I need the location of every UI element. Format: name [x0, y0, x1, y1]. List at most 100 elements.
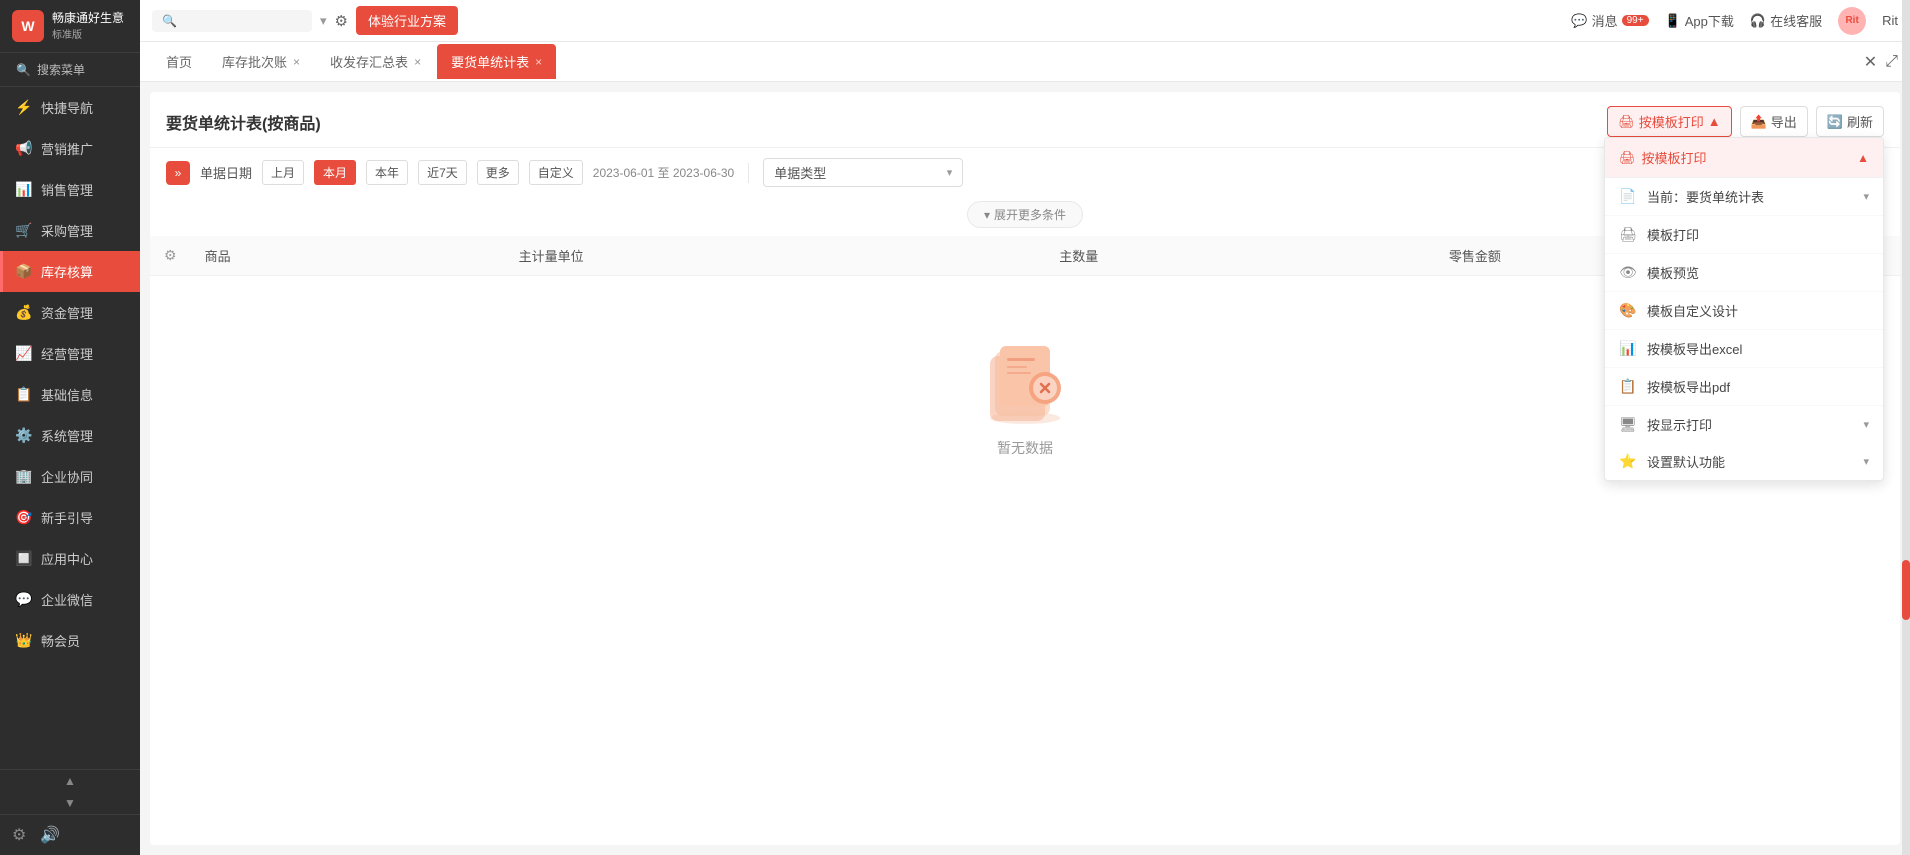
- table-col-product: 商品: [191, 236, 505, 276]
- tab-order-stats-close[interactable]: ×: [535, 55, 542, 69]
- sidebar-item-sales[interactable]: 📊 销售管理: [0, 169, 140, 210]
- sidebar-item-guide[interactable]: 🎯 新手引导: [0, 497, 140, 538]
- header-nav-arrow[interactable]: ▾: [320, 13, 327, 29]
- dropdown-display-print-label: 按显示打印: [1647, 415, 1712, 434]
- sidebar-item-wechat[interactable]: 💬 企业微信: [0, 579, 140, 620]
- content-area: 要货单统计表(按商品) 🖨 按模板打印 ▲ 📤 导出 🔄 刷新: [140, 82, 1910, 855]
- tab-batch-account-close[interactable]: ×: [293, 55, 300, 69]
- sidebar-item-enterprise[interactable]: 🏢 企业协同: [0, 456, 140, 497]
- tab-payment-summary[interactable]: 收发存汇总表 ×: [316, 44, 435, 79]
- sidebar-item-operations[interactable]: 📈 经营管理: [0, 333, 140, 374]
- expand-more-label: 展开更多条件: [994, 206, 1066, 223]
- online-service-label: 在线客服: [1770, 11, 1822, 30]
- date-btn-last7days[interactable]: 近7天: [418, 160, 467, 185]
- dropdown-template-excel-label: 按模板导出excel: [1647, 339, 1742, 358]
- sidebar-item-quicknav[interactable]: ⚡ 快捷导航: [0, 87, 140, 128]
- date-btn-more[interactable]: 更多: [477, 160, 519, 185]
- sidebar-search[interactable]: 🔍 搜索菜单: [0, 53, 140, 87]
- message-icon: 💬: [1571, 13, 1587, 29]
- order-type-select[interactable]: 单据类型 ▾: [763, 158, 963, 187]
- eye-icon: 👁: [1619, 264, 1637, 281]
- online-service-item[interactable]: 🎧 在线客服: [1750, 11, 1822, 30]
- messages-label: 消息: [1592, 11, 1618, 30]
- dropdown-template-design[interactable]: 🎨 模板自定义设计: [1605, 292, 1883, 330]
- window-close-button[interactable]: ✕: [1864, 52, 1877, 72]
- dropdown-template-preview[interactable]: 👁 模板预览: [1605, 254, 1883, 292]
- sidebar-item-inventory[interactable]: 📦 库存核算: [0, 251, 140, 292]
- trial-button[interactable]: 体验行业方案: [356, 6, 458, 35]
- app-logo-text-block: 畅康通好生意 标准版: [52, 11, 124, 42]
- dropdown-template-print[interactable]: 🖨 模板打印: [1605, 216, 1883, 254]
- settings-icon[interactable]: ⚙: [12, 825, 26, 845]
- sidebar-item-label: 新手引导: [41, 508, 93, 527]
- tab-order-stats[interactable]: 要货单统计表 ×: [437, 44, 556, 79]
- dropdown-template-excel[interactable]: 📊 按模板导出excel: [1605, 330, 1883, 368]
- dropdown-template-pdf[interactable]: 📋 按模板导出pdf: [1605, 368, 1883, 406]
- app-logo-icon: W: [12, 10, 44, 42]
- app-name: 畅康通好生意: [52, 11, 124, 27]
- sidebar-item-apps[interactable]: 🔲 应用中心: [0, 538, 140, 579]
- dropdown-current-template[interactable]: 📄 当前：要货单统计表 ▾: [1605, 178, 1883, 216]
- dropdown-display-print[interactable]: 🖥 按显示打印 ▾: [1605, 406, 1883, 443]
- scrollbar-thumb[interactable]: [1902, 560, 1910, 620]
- filter-expand-button[interactable]: »: [166, 161, 190, 185]
- dropdown-default-func[interactable]: ⭐ 设置默认功能 ▾: [1605, 443, 1883, 480]
- export-icon: 📤: [1751, 114, 1767, 130]
- window-expand-button[interactable]: ⤢: [1885, 53, 1898, 71]
- wechat-icon: 💬: [15, 591, 33, 608]
- sidebar-item-finance[interactable]: 💰 资金管理: [0, 292, 140, 333]
- page-container: 要货单统计表(按商品) 🖨 按模板打印 ▲ 📤 导出 🔄 刷新: [150, 92, 1900, 845]
- scroll-down-icon[interactable]: ▼: [64, 796, 76, 810]
- tabs-bar: 首页 库存批次账 × 收发存汇总表 × 要货单统计表 × ✕ ⤢: [140, 42, 1910, 82]
- dropdown-display-print-left: 🖥 按显示打印: [1619, 415, 1712, 434]
- expand-more-button[interactable]: ▾ 展开更多条件: [967, 201, 1083, 228]
- tab-payment-summary-close[interactable]: ×: [414, 55, 421, 69]
- date-btn-current-month[interactable]: 本月: [314, 160, 356, 185]
- sidebar-item-label: 系统管理: [41, 426, 93, 445]
- refresh-icon: 🔄: [1827, 114, 1843, 130]
- header-right: 💬 消息 99+ 📱 App下载 🎧 在线客服 Rit Rit: [1571, 7, 1898, 35]
- tab-batch-account[interactable]: 库存批次账 ×: [208, 44, 314, 79]
- tab-batch-account-label: 库存批次账: [222, 52, 287, 71]
- right-scrollbar[interactable]: [1902, 0, 1910, 855]
- empty-illustration: [975, 336, 1075, 426]
- sidebar-item-member[interactable]: 👑 畅会员: [0, 620, 140, 661]
- date-btn-current-year[interactable]: 本年: [366, 160, 408, 185]
- messages-item[interactable]: 💬 消息 99+: [1571, 11, 1648, 30]
- dropdown-template-preview-label: 模板预览: [1647, 263, 1699, 282]
- date-range-text: 2023-06-01 至 2023-06-30: [593, 164, 734, 181]
- table-col-settings: ⚙: [150, 236, 191, 276]
- print-template-button[interactable]: 🖨 按模板打印 ▲: [1607, 106, 1731, 137]
- tabs-right: ✕ ⤢: [1864, 52, 1898, 72]
- user-name[interactable]: Rit: [1882, 13, 1898, 28]
- avatar[interactable]: Rit: [1838, 7, 1866, 35]
- date-btn-prev-month[interactable]: 上月: [262, 160, 304, 185]
- table-col-unit: 主计量单位: [505, 236, 1046, 276]
- sidebar-logo: W 畅康通好生意 标准版: [0, 0, 140, 53]
- refresh-button[interactable]: 🔄 刷新: [1816, 106, 1884, 137]
- dropdown-header-title: 🖨 按模板打印: [1619, 148, 1707, 167]
- design-icon: 🎨: [1619, 302, 1637, 319]
- scroll-up-icon[interactable]: ▲: [64, 774, 76, 788]
- sidebar-item-basics[interactable]: 📋 基础信息: [0, 374, 140, 415]
- doc-icon: 📄: [1619, 188, 1637, 205]
- export-button[interactable]: 📤 导出: [1740, 106, 1808, 137]
- header-search-bar[interactable]: 🔍: [152, 10, 312, 32]
- sidebar-item-system[interactable]: ⚙️ 系统管理: [0, 415, 140, 456]
- table-col-quantity: 主数量: [1045, 236, 1435, 276]
- sidebar-item-marketing[interactable]: 📢 营销推广: [0, 128, 140, 169]
- dropdown-collapse-icon[interactable]: ▲: [1857, 151, 1869, 165]
- header-settings-icon[interactable]: ⚙: [335, 12, 348, 30]
- messages-badge: 99+: [1622, 15, 1649, 26]
- sidebar-item-purchase[interactable]: 🛒 采购管理: [0, 210, 140, 251]
- column-settings-icon[interactable]: ⚙: [164, 247, 177, 263]
- apps-icon: 🔲: [15, 550, 33, 567]
- order-type-label: 单据类型: [774, 163, 826, 182]
- date-btn-custom[interactable]: 自定义: [529, 160, 583, 185]
- dropdown-current-label: 当前：要货单统计表: [1647, 187, 1764, 206]
- default-arrow-icon: ▾: [1863, 455, 1869, 468]
- app-download-item[interactable]: 📱 App下载: [1665, 11, 1734, 30]
- chevron-down-icon: ▾: [947, 166, 953, 179]
- audio-icon[interactable]: 🔊: [40, 825, 60, 845]
- tab-home[interactable]: 首页: [152, 44, 206, 79]
